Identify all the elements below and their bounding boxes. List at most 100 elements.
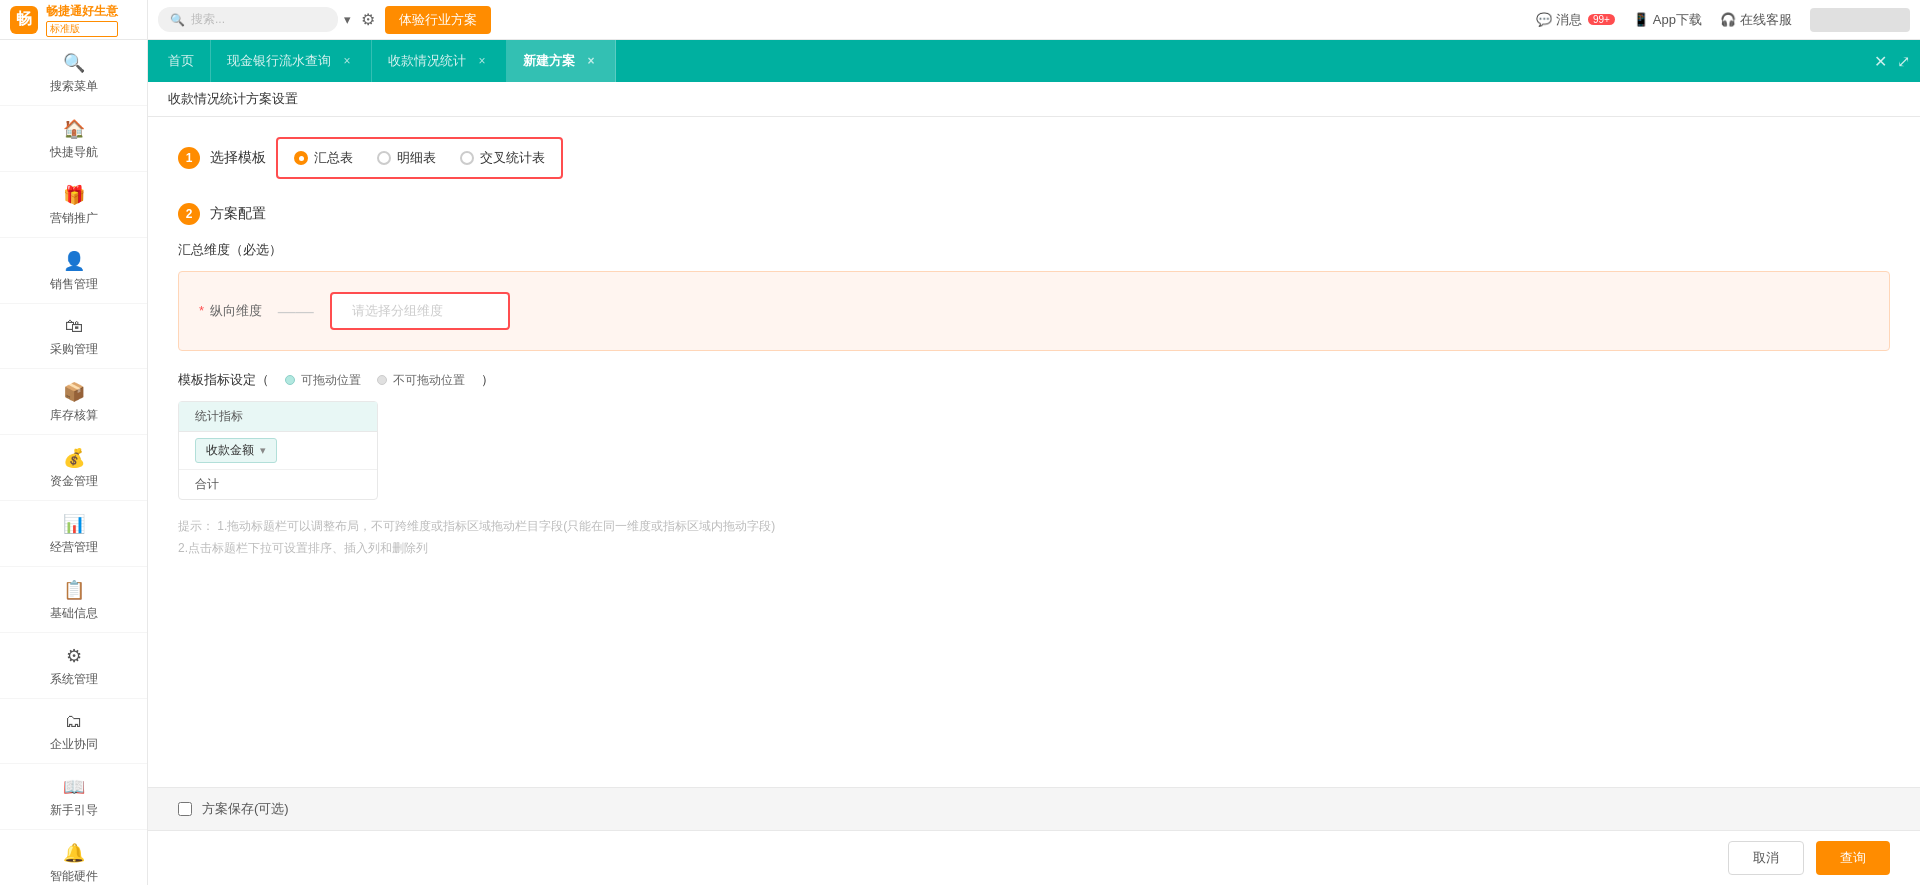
tab-bank[interactable]: 现金银行流水查询 × (211, 40, 372, 82)
legend-draggable: 可拖动位置 (285, 372, 361, 389)
page-breadcrumb: 收款情况统计方案设置 (168, 91, 298, 106)
step1-header: 1 选择模板 汇总表 明细表 (178, 137, 1890, 179)
sidebar-item-purchase[interactable]: 🛍 采购管理 (0, 304, 147, 369)
user-avatar[interactable] (1810, 8, 1910, 32)
dimension-row: * 纵向维度 —— 请选择分组维度 (199, 292, 1869, 330)
dimension-row-label: * 纵向维度 (199, 302, 262, 320)
metrics-label-close: ） (481, 371, 494, 389)
header-dropdown-btn[interactable]: ▾ (344, 12, 351, 27)
message-icon: 💬 (1536, 12, 1552, 27)
sidebar-item-label: 基础信息 (50, 605, 98, 622)
arrow-right: —— (278, 301, 314, 322)
sidebar-item-label: 智能硬件 (50, 868, 98, 885)
legend-non-draggable-label: 不可拖动位置 (393, 372, 465, 389)
radio-cross-circle (460, 151, 474, 165)
cancel-button[interactable]: 取消 (1728, 841, 1804, 875)
metrics-label-row: 模板指标设定（ 可拖动位置 不可拖动位置 ） (178, 371, 1890, 389)
download-item[interactable]: 📱 App下载 (1633, 11, 1702, 29)
tab-close-all-icon[interactable]: ✕ (1874, 52, 1887, 71)
sidebar-item-label: 搜索菜单 (50, 78, 98, 95)
sidebar-item-quick-nav[interactable]: 🏠 快捷导航 (0, 106, 147, 172)
sidebar-item-operations[interactable]: 📊 经营管理 (0, 501, 147, 567)
legend-non-draggable: 不可拖动位置 (377, 372, 465, 389)
tab-new-plan[interactable]: 新建方案 × (507, 40, 616, 82)
radio-summary-label: 汇总表 (314, 149, 353, 167)
legend-draggable-label: 可拖动位置 (301, 372, 361, 389)
tab-home[interactable]: 首页 (148, 40, 211, 82)
step1-title: 选择模板 (210, 149, 266, 167)
radio-detail[interactable]: 明细表 (377, 149, 436, 167)
tab-bank-close[interactable]: × (339, 53, 355, 69)
tab-fullscreen-icon[interactable]: ⤢ (1897, 52, 1910, 71)
page-content: 收款情况统计方案设置 1 选择模板 汇总表 (148, 82, 1920, 885)
marketing-icon: 🎁 (63, 184, 85, 206)
tab-bank-label: 现金银行流水查询 (227, 52, 331, 70)
save-checkbox[interactable] (178, 802, 192, 816)
breadcrumb-bar: 收款情况统计方案设置 (148, 82, 1920, 117)
sidebar-item-beginner[interactable]: 📖 新手引导 (0, 764, 147, 830)
basic-info-icon: 📋 (63, 579, 85, 601)
radio-cross-label: 交叉统计表 (480, 149, 545, 167)
radio-cross[interactable]: 交叉统计表 (460, 149, 545, 167)
save-label: 方案保存(可选) (202, 800, 289, 818)
inventory-icon: 📦 (63, 381, 85, 403)
finance-icon: 💰 (63, 447, 85, 469)
sidebar-item-label: 销售管理 (50, 276, 98, 293)
sidebar-item-basic-info[interactable]: 📋 基础信息 (0, 567, 147, 633)
sidebar-item-label: 新手引导 (50, 802, 98, 819)
trial-btn[interactable]: 体验行业方案 (385, 6, 491, 34)
footer-bar: 取消 查询 (148, 830, 1920, 885)
message-item[interactable]: 💬 消息 99+ (1536, 11, 1615, 29)
smart-hw-icon: 🔔 (63, 842, 85, 864)
tab-new-plan-close[interactable]: × (583, 53, 599, 69)
support-item[interactable]: 🎧 在线客服 (1720, 11, 1792, 29)
vertical-dimension-label: 纵向维度 (210, 303, 262, 318)
sidebar-item-smart-hw[interactable]: 🔔 智能硬件 (0, 830, 147, 885)
step1-num: 1 (178, 147, 200, 169)
radio-summary[interactable]: 汇总表 (294, 149, 353, 167)
logo-text-block: 畅捷通好生意 标准版 (46, 3, 118, 37)
sidebar-item-label: 采购管理 (50, 341, 98, 358)
radio-detail-label: 明细表 (397, 149, 436, 167)
tab-new-plan-label: 新建方案 (523, 52, 575, 70)
sidebar-item-label: 资金管理 (50, 473, 98, 490)
query-button[interactable]: 查询 (1816, 841, 1890, 875)
support-icon: 🎧 (1720, 12, 1736, 27)
enterprise-coop-icon: 🗂 (65, 711, 83, 732)
dimension-select[interactable]: 请选择分组维度 (330, 292, 510, 330)
search-text: 搜索... (191, 11, 225, 28)
step2-section: 2 方案配置 汇总维度（必选） * 纵向维度 —— (178, 203, 1890, 559)
logo-icon: 畅 (10, 6, 38, 34)
system-icon: ⚙ (66, 645, 82, 667)
tab-collection-close[interactable]: × (474, 53, 490, 69)
logo-name: 畅捷通好生意 (46, 3, 118, 20)
metric-tag-0[interactable]: 收款金额 ▾ (195, 438, 277, 463)
sidebar-item-marketing[interactable]: 🎁 营销推广 (0, 172, 147, 238)
hint-line-2: 2.点击标题栏下拉可设置排序、插入列和删除列 (178, 538, 1890, 560)
sidebar-item-label: 系统管理 (50, 671, 98, 688)
metrics-table: 统计指标 收款金额 ▾ 合计 (178, 401, 378, 500)
sidebar-item-label: 经营管理 (50, 539, 98, 556)
hint-line-1: 提示： 1.拖动标题栏可以调整布局，不可跨维度或指标区域拖动栏目字段(只能在同一… (178, 516, 1890, 538)
metric-dropdown-icon-0: ▾ (260, 444, 266, 457)
sidebar-item-search-menu[interactable]: 🔍 搜索菜单 (0, 40, 147, 106)
sidebar-item-finance[interactable]: 💰 资金管理 (0, 435, 147, 501)
sidebar-item-system[interactable]: ⚙ 系统管理 (0, 633, 147, 699)
tab-collection-label: 收款情况统计 (388, 52, 466, 70)
tab-collection[interactable]: 收款情况统计 × (372, 40, 507, 82)
dimension-label: 汇总维度（必选） (178, 241, 1890, 259)
legend-non-draggable-dot (377, 375, 387, 385)
step2-title: 方案配置 (210, 205, 266, 223)
header-gear-icon[interactable]: ⚙ (361, 10, 375, 29)
download-icon: 📱 (1633, 12, 1649, 27)
download-label: App下载 (1653, 11, 1702, 29)
sidebar-item-inventory[interactable]: 📦 库存核算 (0, 369, 147, 435)
sidebar-item-label: 库存核算 (50, 407, 98, 424)
sidebar-item-enterprise-coop[interactable]: 🗂 企业协同 (0, 699, 147, 764)
form-container: 1 选择模板 汇总表 明细表 (148, 117, 1920, 787)
search-bar[interactable]: 🔍 搜索... (158, 7, 338, 32)
header-right: 💬 消息 99+ 📱 App下载 🎧 在线客服 (1536, 8, 1910, 32)
content-area: 首页 现金银行流水查询 × 收款情况统计 × 新建方案 × ✕ ⤢ (148, 40, 1920, 885)
message-label: 消息 (1556, 11, 1582, 29)
sidebar-item-sales[interactable]: 👤 销售管理 (0, 238, 147, 304)
